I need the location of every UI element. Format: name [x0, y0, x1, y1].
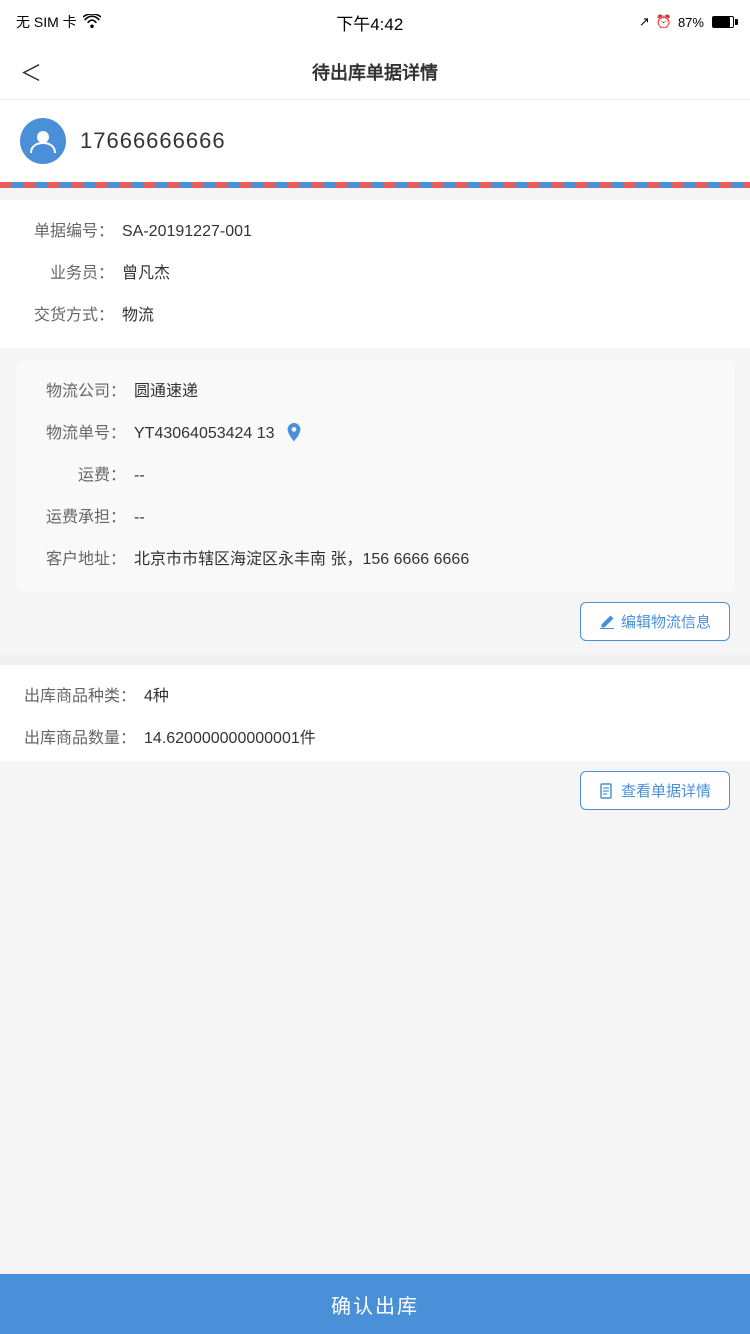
wifi-icon [83, 14, 101, 31]
sim-status: 无 SIM 卡 [16, 12, 77, 32]
freight-value: -- [134, 464, 714, 488]
status-right: ↗ ⏰ 87% [639, 14, 734, 30]
goods-types-value: 4种 [144, 685, 726, 709]
status-left: 无 SIM 卡 [16, 12, 101, 32]
order-number-value: SA-20191227-001 [122, 220, 726, 244]
status-time: 下午4:42 [336, 10, 403, 35]
avatar [20, 118, 66, 164]
edit-logistics-label: 编辑物流信息 [621, 611, 711, 632]
back-button[interactable]: ＜ [20, 56, 60, 88]
view-details-label: 查看单据详情 [621, 780, 711, 801]
freight-label: 运费： [36, 464, 126, 488]
basic-info-section: 单据编号： SA-20191227-001 业务员： 曾凡杰 交货方式： 物流 [0, 200, 750, 348]
edit-icon [599, 614, 615, 630]
user-header: 17666666666 [0, 100, 750, 182]
address-row: 客户地址： 北京市市辖区海淀区永丰南 张，156 6666 6666 [36, 548, 714, 572]
view-details-container: 查看单据详情 [0, 761, 750, 824]
view-details-button[interactable]: 查看单据详情 [580, 771, 730, 810]
nav-bar: ＜ 待出库单据详情 [0, 44, 750, 100]
salesperson-row: 业务员： 曾凡杰 [24, 262, 726, 286]
delivery-method-label: 交货方式： [24, 304, 114, 328]
freight-bearer-label: 运费承担： [36, 506, 126, 530]
tracking-number: YT43064053424 13 [134, 422, 275, 446]
freight-bearer-value: -- [134, 506, 714, 530]
goods-quantity-label: 出库商品数量： [24, 727, 136, 751]
battery-icon [712, 16, 734, 28]
order-number-row: 单据编号： SA-20191227-001 [24, 220, 726, 244]
logistics-card: 物流公司： 圆通速递 物流单号： YT43064053424 13 运费： --… [16, 360, 734, 592]
logistics-company-row: 物流公司： 圆通速递 [36, 380, 714, 404]
address-label: 客户地址： [36, 548, 126, 572]
edit-logistics-button[interactable]: 编辑物流信息 [580, 602, 730, 641]
delivery-method-value: 物流 [122, 304, 726, 328]
goods-types-row: 出库商品种类： 4种 [24, 685, 726, 709]
logistics-company-value: 圆通速递 [134, 380, 714, 404]
status-bar: 无 SIM 卡 下午4:42 ↗ ⏰ 87% [0, 0, 750, 44]
location-indicator: ↗ [639, 14, 650, 30]
goods-section: 出库商品种类： 4种 出库商品数量： 14.620000000000001件 [0, 665, 750, 761]
battery-percent: 87% [678, 15, 704, 30]
section-separator-1 [0, 655, 750, 665]
salesperson-value: 曾凡杰 [122, 262, 726, 286]
dashed-divider [0, 182, 750, 188]
edit-logistics-container: 编辑物流信息 [0, 592, 750, 655]
tracking-label: 物流单号： [36, 422, 126, 446]
confirm-label: 确认出库 [331, 1290, 419, 1319]
confirm-bar[interactable]: 确认出库 [0, 1274, 750, 1334]
alarm-icon: ⏰ [656, 14, 672, 30]
page-title: 待出库单据详情 [312, 59, 438, 85]
tracking-value-container: YT43064053424 13 [134, 422, 714, 446]
freight-row: 运费： -- [36, 464, 714, 488]
freight-bearer-row: 运费承担： -- [36, 506, 714, 530]
tracking-row: 物流单号： YT43064053424 13 [36, 422, 714, 446]
goods-quantity-value: 14.620000000000001件 [144, 727, 726, 751]
goods-types-label: 出库商品种类： [24, 685, 136, 709]
document-icon [599, 783, 615, 799]
location-icon[interactable] [283, 423, 305, 445]
goods-quantity-row: 出库商品数量： 14.620000000000001件 [24, 727, 726, 751]
user-phone: 17666666666 [80, 128, 226, 154]
delivery-method-row: 交货方式： 物流 [24, 304, 726, 328]
order-number-label: 单据编号： [24, 220, 114, 244]
salesperson-label: 业务员： [24, 262, 114, 286]
logistics-company-label: 物流公司： [36, 380, 126, 404]
address-value: 北京市市辖区海淀区永丰南 张，156 6666 6666 [134, 548, 714, 572]
bottom-area [0, 824, 750, 1044]
